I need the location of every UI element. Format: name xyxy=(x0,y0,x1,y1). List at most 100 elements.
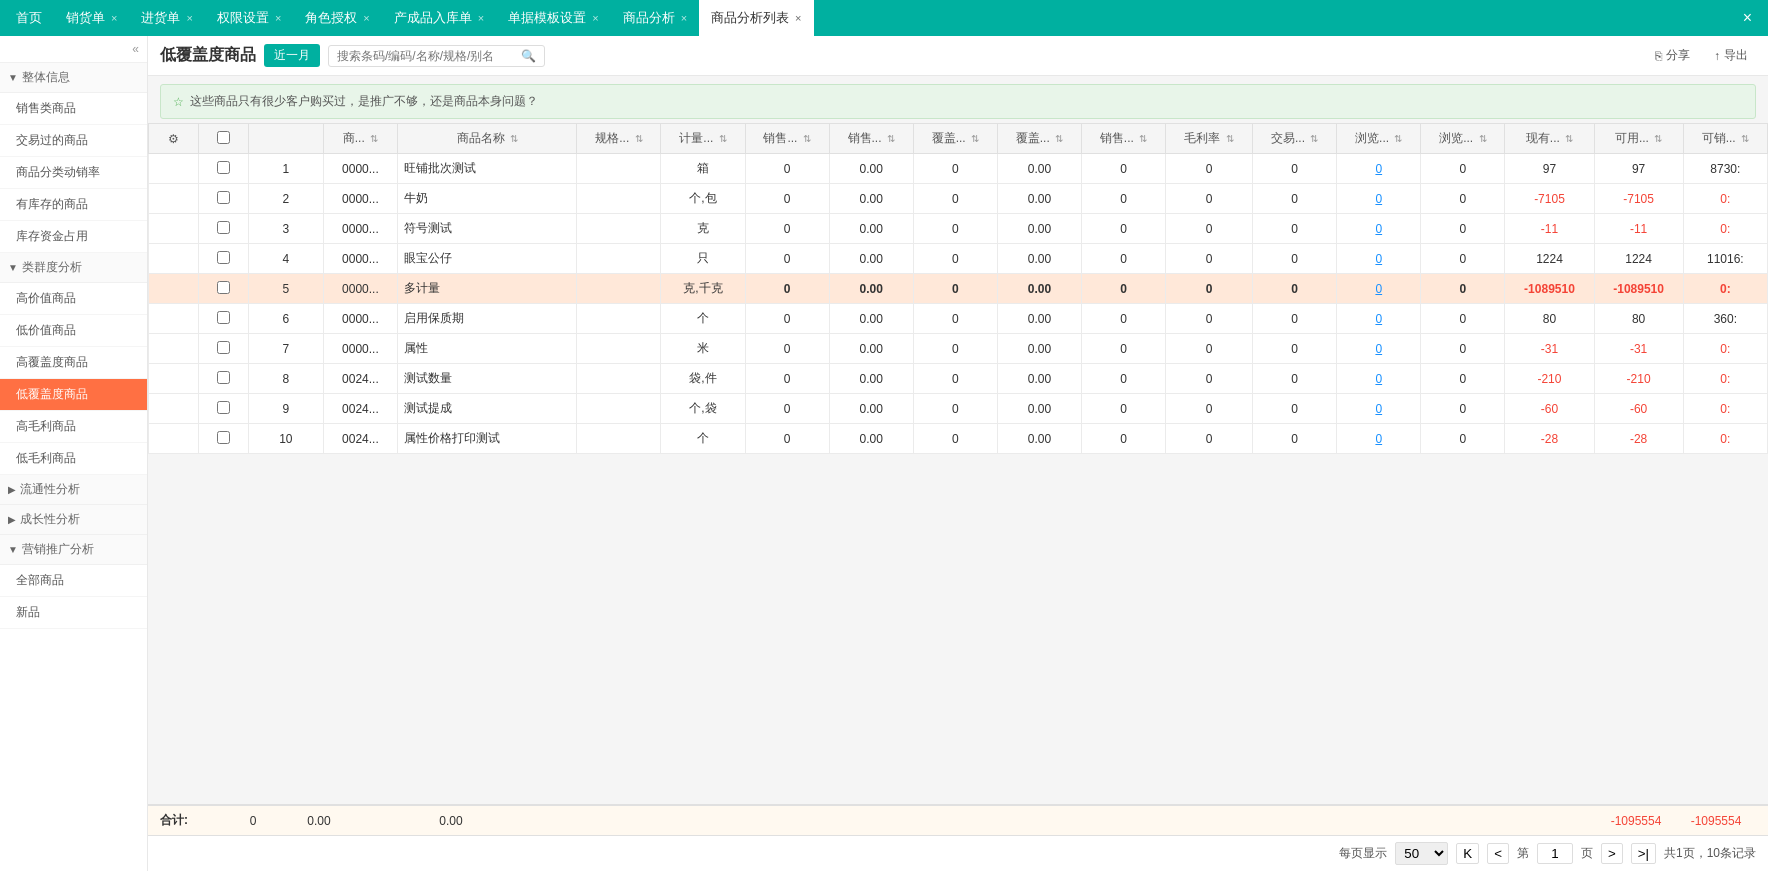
row-unit: 克,千克 xyxy=(661,274,745,304)
sidebar-section-promotion[interactable]: ▼ 营销推广分析 xyxy=(0,535,147,565)
sidebar-item-high-value[interactable]: 高价值商品 xyxy=(0,283,147,315)
col-sale-x[interactable]: 销售... ⇅ xyxy=(1081,124,1165,154)
next-page-button[interactable]: > xyxy=(1601,843,1623,864)
col-name[interactable]: 商品名称 ⇅ xyxy=(398,124,577,154)
close-icon[interactable]: × xyxy=(592,12,598,24)
last-page-button[interactable]: >| xyxy=(1631,843,1656,864)
page-number-input[interactable] xyxy=(1537,843,1573,864)
col-trade[interactable]: 交易... ⇅ xyxy=(1253,124,1337,154)
close-icon[interactable]: × xyxy=(363,12,369,24)
nav-analysis[interactable]: 商品分析 × xyxy=(611,0,699,36)
browse-link[interactable]: 0 xyxy=(1375,432,1382,446)
per-page-select[interactable]: 50 20 100 xyxy=(1395,842,1448,865)
col-gear[interactable]: ⚙ xyxy=(149,124,199,154)
browse-link[interactable]: 0 xyxy=(1375,372,1382,386)
row-checkbox[interactable] xyxy=(217,251,230,264)
nav-production[interactable]: 产成品入库单 × xyxy=(382,0,496,36)
col-browse1[interactable]: 浏览... ⇅ xyxy=(1337,124,1421,154)
col-sellable[interactable]: 可销... ⇅ xyxy=(1683,124,1767,154)
row-checkbox[interactable] xyxy=(217,341,230,354)
sidebar-section-growth[interactable]: ▶ 成长性分析 xyxy=(0,505,147,535)
browse-link[interactable]: 0 xyxy=(1375,192,1382,206)
share-button[interactable]: ⎘ 分享 xyxy=(1647,44,1698,67)
browse-link[interactable]: 0 xyxy=(1375,342,1382,356)
sidebar-item-high-profit[interactable]: 高毛利商品 xyxy=(0,411,147,443)
nav-templates[interactable]: 单据模板设置 × xyxy=(496,0,610,36)
browse-link[interactable]: 0 xyxy=(1375,312,1382,326)
prev-page-button[interactable]: < xyxy=(1487,843,1509,864)
sidebar-section-abundance[interactable]: ▼ 类群度分析 xyxy=(0,253,147,283)
data-table-container[interactable]: ⚙ 商... ⇅ 商品名称 ⇅ 规格... ⇅ 计量... ⇅ 销售... ⇅ … xyxy=(148,123,1768,804)
col-sale-amt[interactable]: 销售... ⇅ xyxy=(829,124,913,154)
sidebar-item-low-profit[interactable]: 低毛利商品 xyxy=(0,443,147,475)
chevron-right-icon: ▶ xyxy=(8,514,16,525)
row-checkbox[interactable] xyxy=(217,221,230,234)
col-spec[interactable]: 规格... ⇅ xyxy=(577,124,661,154)
row-checkbox[interactable] xyxy=(217,311,230,324)
close-icon[interactable]: × xyxy=(186,12,192,24)
col-check[interactable] xyxy=(199,124,249,154)
row-checkbox[interactable] xyxy=(217,401,230,414)
row-browse1: 0 xyxy=(1337,304,1421,334)
nav-analysis-list[interactable]: 商品分析列表 × xyxy=(699,0,813,36)
close-icon[interactable]: × xyxy=(111,12,117,24)
row-checkbox[interactable] xyxy=(217,161,230,174)
sidebar-item-high-coverage[interactable]: 高覆盖度商品 xyxy=(0,347,147,379)
col-code[interactable]: 商... ⇅ xyxy=(323,124,398,154)
sidebar-item-sales-goods[interactable]: 销售类商品 xyxy=(0,93,147,125)
col-sale-qty[interactable]: 销售... ⇅ xyxy=(745,124,829,154)
browse-link[interactable]: 0 xyxy=(1375,162,1382,176)
search-icon[interactable]: 🔍 xyxy=(521,49,536,63)
row-cover2: 0.00 xyxy=(997,394,1081,424)
first-page-button[interactable]: K xyxy=(1456,843,1479,864)
sidebar-item-low-coverage[interactable]: 低覆盖度商品 xyxy=(0,379,147,411)
row-checkbox[interactable] xyxy=(217,281,230,294)
browse-link[interactable]: 0 xyxy=(1375,252,1382,266)
row-actions xyxy=(149,364,199,394)
total-sale-qty: 0 xyxy=(220,814,286,828)
nav-home[interactable]: 首页 xyxy=(4,0,54,36)
close-icon[interactable]: × xyxy=(275,12,281,24)
browse-link[interactable]: 0 xyxy=(1375,282,1382,296)
row-checkbox[interactable] xyxy=(217,431,230,444)
col-cover2[interactable]: 覆盖... ⇅ xyxy=(997,124,1081,154)
close-icon[interactable]: × xyxy=(795,12,801,24)
col-cover1[interactable]: 覆盖... ⇅ xyxy=(913,124,997,154)
sidebar-item-category-rate[interactable]: 商品分类动销率 xyxy=(0,157,147,189)
col-browse2[interactable]: 浏览... ⇅ xyxy=(1421,124,1505,154)
sidebar-item-all-goods[interactable]: 全部商品 xyxy=(0,565,147,597)
browse-link[interactable]: 0 xyxy=(1375,222,1382,236)
select-all-checkbox[interactable] xyxy=(217,131,230,144)
close-icon[interactable]: × xyxy=(478,12,484,24)
nav-permissions[interactable]: 权限设置 × xyxy=(205,0,293,36)
sidebar-item-stock-capital[interactable]: 库存资金占用 xyxy=(0,221,147,253)
browse-link[interactable]: 0 xyxy=(1375,402,1382,416)
sidebar-item-low-value[interactable]: 低价值商品 xyxy=(0,315,147,347)
col-available[interactable]: 可用... ⇅ xyxy=(1594,124,1683,154)
col-current[interactable]: 现有... ⇅ xyxy=(1505,124,1594,154)
col-unit[interactable]: 计量... ⇅ xyxy=(661,124,745,154)
period-button[interactable]: 近一月 xyxy=(264,44,320,67)
sidebar-section-global[interactable]: ▼ 整体信息 xyxy=(0,63,147,93)
sidebar-item-in-stock[interactable]: 有库存的商品 xyxy=(0,189,147,221)
row-cover2: 0.00 xyxy=(997,424,1081,454)
search-input[interactable] xyxy=(337,49,517,63)
nav-purchase[interactable]: 进货单 × xyxy=(129,0,204,36)
sidebar-item-traded-goods[interactable]: 交易过的商品 xyxy=(0,125,147,157)
sidebar-section-flow[interactable]: ▶ 流通性分析 xyxy=(0,475,147,505)
row-checkbox[interactable] xyxy=(217,191,230,204)
nav-roles[interactable]: 角色授权 × xyxy=(293,0,381,36)
window-close-button[interactable]: × xyxy=(1731,9,1764,27)
nav-sales[interactable]: 销货单 × xyxy=(54,0,129,36)
row-gross-rate: 0 xyxy=(1166,214,1253,244)
close-icon[interactable]: × xyxy=(681,12,687,24)
row-browse2: 0 xyxy=(1421,364,1505,394)
per-page-label: 每页显示 xyxy=(1339,845,1387,862)
export-button[interactable]: ↑ 导出 xyxy=(1706,44,1756,67)
col-gross-rate[interactable]: 毛利率 ⇅ xyxy=(1166,124,1253,154)
sidebar-collapse-button[interactable]: « xyxy=(0,36,147,63)
row-checkbox[interactable] xyxy=(217,371,230,384)
row-number: 3 xyxy=(249,214,324,244)
row-browse1: 0 xyxy=(1337,394,1421,424)
sidebar-item-new-goods[interactable]: 新品 xyxy=(0,597,147,629)
